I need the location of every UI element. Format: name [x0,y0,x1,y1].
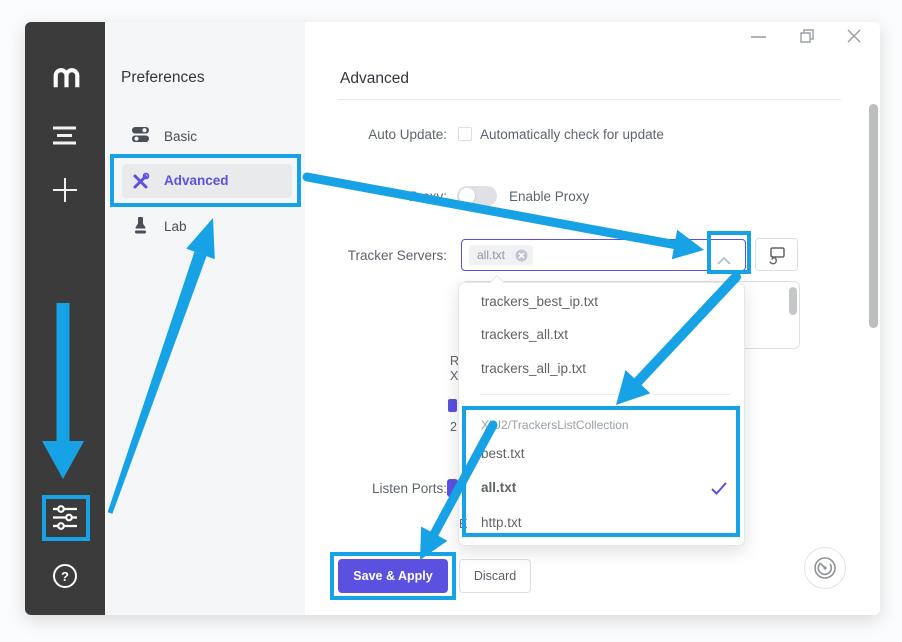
dropdown-item[interactable]: trackers_all_ip.txt [481,361,586,376]
save-apply-button[interactable]: Save & Apply [338,559,448,593]
close-icon[interactable] [846,28,862,44]
svg-text:?: ? [61,569,69,584]
check-icon [711,482,727,500]
add-task-icon[interactable] [52,177,78,203]
sync-icon [767,245,787,270]
restore-icon[interactable] [799,28,815,44]
sidebar-item-basic[interactable]: Basic [119,123,291,153]
tracker-servers-label: Tracker Servers: [330,248,447,263]
preferences-sliders-icon[interactable] [52,505,78,530]
lab-stamp-icon [132,216,149,241]
title-divider [338,99,841,100]
dropdown-item[interactable]: trackers_best_ip.txt [481,294,598,309]
minimize-icon[interactable] [750,30,768,44]
proxy-label: Proxy: [330,189,447,204]
sidebar-item-lab[interactable]: Lab [119,213,291,243]
speed-gauge-button[interactable] [804,547,846,589]
tracker-dropdown-popup [458,282,745,546]
toggles-icon [131,125,150,149]
dropdown-item[interactable]: trackers_all.txt [481,327,568,342]
tracker-servers-select[interactable]: all.txt [461,239,746,271]
tag-close-icon[interactable] [515,249,528,267]
selected-tag: all.txt [469,245,533,265]
auto-update-checkbox-label: Automatically check for update [480,127,664,142]
clipped-control-fragment [447,479,458,497]
clipped-checkbox-fragment [448,399,457,412]
auto-update-label: Auto Update: [330,127,447,142]
proxy-toggle-label: Enable Proxy [509,189,589,204]
dropdown-item[interactable]: best.txt [481,446,525,461]
task-list-icon[interactable] [51,125,79,146]
sidebar-item-advanced[interactable]: Advanced [122,164,292,198]
dropdown-item[interactable]: http.txt [481,515,522,530]
dropdown-group-label: XIU2/TrackersListCollection [481,418,629,432]
selected-tag-label: all.txt [477,248,505,262]
dropdown-divider [480,394,730,395]
sidebar-item-label: Lab [164,219,187,234]
sidebar-item-label: Basic [164,129,197,144]
dropdown-item-selected[interactable]: all.txt [481,480,516,495]
chevron-up-icon[interactable] [717,252,731,270]
discard-button[interactable]: Discard [459,559,531,593]
listen-ports-label: Listen Ports: [330,481,447,496]
proxy-toggle[interactable] [457,186,497,206]
tools-icon [131,172,150,196]
clipped-text-fragment: E [459,517,467,531]
clipped-text-fragment: 2 [450,420,457,434]
motrix-preferences-screen: ? Preferences Basic Advanced Lab Advance… [0,0,902,642]
main-scrollbar[interactable] [869,104,878,328]
motrix-logo [53,65,80,88]
toggle-knob [459,188,475,204]
sync-trackers-button[interactable] [755,238,798,271]
gauge-icon [812,555,838,586]
help-icon[interactable]: ? [52,563,78,589]
preferences-nav-panel [105,22,305,615]
page-title: Advanced [340,70,409,88]
auto-update-checkbox[interactable] [458,127,472,141]
nav-panel-title: Preferences [121,69,205,87]
sidebar-item-label: Advanced [164,173,229,188]
textarea-scrollbar[interactable] [789,287,797,315]
